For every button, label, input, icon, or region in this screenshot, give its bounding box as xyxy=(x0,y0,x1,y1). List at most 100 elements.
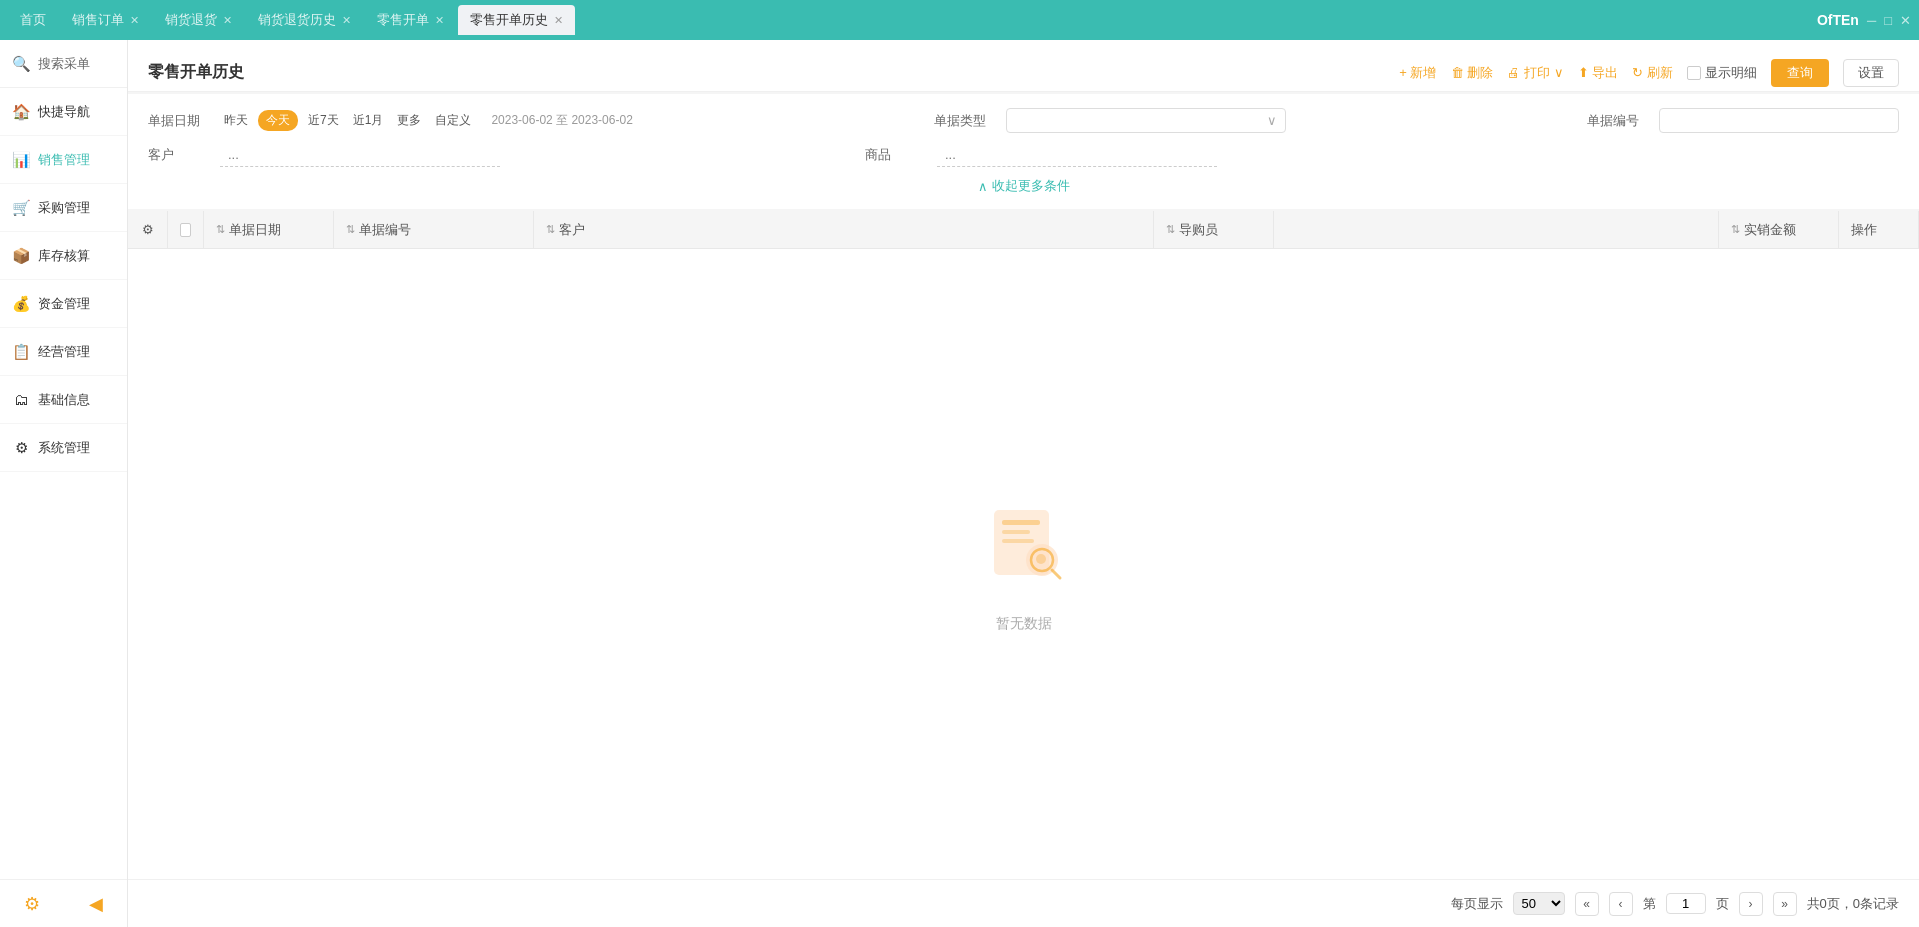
setting-button[interactable]: 设置 xyxy=(1843,59,1899,87)
table-header: ⚙ ⇅ 单据日期 ⇅ 单据编号 ⇅ 客户 ⇅ xyxy=(128,211,1919,249)
collapse-btn[interactable]: ∧ 收起更多条件 xyxy=(148,177,1899,195)
sidebar-item-system[interactable]: ⚙ 系统管理 xyxy=(0,424,127,472)
export-button[interactable]: ⬆ 导出 xyxy=(1578,64,1619,82)
window-maximize[interactable]: □ xyxy=(1884,13,1892,28)
tab-sales-order-close[interactable]: ✕ xyxy=(130,14,139,27)
th-amount: ⇅ 实销金额 xyxy=(1719,211,1839,248)
sidebar-search[interactable]: 🔍 搜索采单 xyxy=(0,40,127,88)
tab-return-history-label: 销货退货历史 xyxy=(258,11,336,29)
tab-retail-order[interactable]: 零售开单 ✕ xyxy=(365,5,456,35)
window-minimize[interactable]: ─ xyxy=(1867,13,1876,28)
home-icon: 🏠 xyxy=(12,103,30,121)
empty-illustration xyxy=(974,495,1074,599)
th-spacer xyxy=(1274,211,1719,248)
date-btn-yesterday[interactable]: 昨天 xyxy=(220,110,252,131)
svg-line-6 xyxy=(1052,570,1060,578)
next-page-button[interactable]: › xyxy=(1739,892,1763,916)
date-btn-today[interactable]: 今天 xyxy=(258,110,298,131)
sidebar-item-quicknav-label: 快捷导航 xyxy=(38,103,90,121)
customer-input[interactable] xyxy=(220,143,500,167)
sidebar-item-system-label: 系统管理 xyxy=(38,439,90,457)
goods-input[interactable] xyxy=(937,143,1217,167)
window-close[interactable]: ✕ xyxy=(1900,13,1911,28)
refresh-button[interactable]: ↻ 刷新 xyxy=(1632,64,1673,82)
date-btn-more[interactable]: 更多 xyxy=(393,110,425,131)
pagination: 每页显示 50 20 100 « ‹ 第 页 › xyxy=(128,879,1919,927)
display-checkbox[interactable] xyxy=(1687,66,1701,80)
th-guide: ⇅ 导购员 xyxy=(1154,211,1274,248)
main-layout: 🔍 搜索采单 🏠 快捷导航 📊 销售管理 🛒 采购管理 📦 库存核算 💰 资金管… xyxy=(0,40,1919,927)
top-bar: 首页 销售订单 ✕ 销货退货 ✕ 销货退货历史 ✕ 零售开单 ✕ 零售开单历史 … xyxy=(0,0,1919,40)
date-btn-7days[interactable]: 近7天 xyxy=(304,110,343,131)
th-settings-icon: ⚙ xyxy=(142,222,154,237)
tab-home[interactable]: 首页 xyxy=(8,5,58,35)
sidebar-item-sales[interactable]: 📊 销售管理 xyxy=(0,136,127,184)
th-sort-guide-icon[interactable]: ⇅ xyxy=(1166,223,1175,236)
th-date: ⇅ 单据日期 xyxy=(204,211,334,248)
number-input[interactable] xyxy=(1659,108,1899,133)
page-input[interactable] xyxy=(1666,893,1706,914)
management-icon: 📋 xyxy=(12,343,30,361)
delete-button[interactable]: 🗑 删除 xyxy=(1451,64,1494,82)
date-btn-custom[interactable]: 自定义 xyxy=(431,110,475,131)
next-page-icon: › xyxy=(1749,897,1753,911)
tab-sales-order[interactable]: 销售订单 ✕ xyxy=(60,5,151,35)
th-checkbox[interactable] xyxy=(168,211,204,248)
tab-retail-history[interactable]: 零售开单历史 ✕ xyxy=(458,5,575,35)
print-button[interactable]: 🖨 打印 ∨ xyxy=(1507,64,1564,82)
collapse-sidebar-icon[interactable]: ◀ xyxy=(89,893,103,915)
first-page-icon: « xyxy=(1583,897,1590,911)
first-page-button[interactable]: « xyxy=(1575,892,1599,916)
th-guide-label: 导购员 xyxy=(1179,221,1218,239)
sidebar-item-basic-label: 基础信息 xyxy=(38,391,90,409)
svg-point-7 xyxy=(1036,554,1046,564)
search-icon: 🔍 xyxy=(12,55,30,73)
tab-return-label: 销货退货 xyxy=(165,11,217,29)
tab-return-history-close[interactable]: ✕ xyxy=(342,14,351,27)
filter-row-1: 单据日期 昨天 今天 近7天 近1月 更多 自定义 2023-06-02 至 2… xyxy=(148,108,1899,133)
sidebar-item-management[interactable]: 📋 经营管理 xyxy=(0,328,127,376)
tab-retail-history-close[interactable]: ✕ xyxy=(554,14,563,27)
settings-bottom-icon[interactable]: ⚙ xyxy=(24,893,40,915)
th-sort-date-icon[interactable]: ⇅ xyxy=(216,223,225,236)
table-body: 暂无数据 xyxy=(128,249,1919,879)
tab-retail-order-close[interactable]: ✕ xyxy=(435,14,444,27)
svg-rect-3 xyxy=(1002,539,1034,543)
query-button[interactable]: 查询 xyxy=(1771,59,1829,87)
tab-retail-order-label: 零售开单 xyxy=(377,11,429,29)
last-page-button[interactable]: » xyxy=(1773,892,1797,916)
sidebar-item-purchase[interactable]: 🛒 采购管理 xyxy=(0,184,127,232)
content-area: 零售开单历史 + 新增 🗑 删除 🖨 打印 ∨ ⬆ 导出 ↻ 刷新 显示明细 查… xyxy=(128,40,1919,927)
th-settings[interactable]: ⚙ xyxy=(128,211,168,248)
sidebar-bottom: ⚙ ◀ xyxy=(0,879,127,927)
th-sort-customer-icon[interactable]: ⇅ xyxy=(546,223,555,236)
per-page-select[interactable]: 50 20 100 xyxy=(1513,892,1565,915)
select-all-checkbox[interactable] xyxy=(180,223,191,237)
basic-icon: 🗂 xyxy=(12,391,30,409)
prev-page-button[interactable]: ‹ xyxy=(1609,892,1633,916)
date-range: 2023-06-02 至 2023-06-02 xyxy=(491,112,632,129)
display-toggle[interactable]: 显示明细 xyxy=(1687,64,1757,82)
th-date-label: 单据日期 xyxy=(229,221,281,239)
sidebar-item-quicknav[interactable]: 🏠 快捷导航 xyxy=(0,88,127,136)
number-label: 单据编号 xyxy=(1587,112,1643,130)
th-sort-number-icon[interactable]: ⇅ xyxy=(346,223,355,236)
tab-return-close[interactable]: ✕ xyxy=(223,14,232,27)
th-sort-amount-icon[interactable]: ⇅ xyxy=(1731,223,1740,236)
sidebar-item-sales-label: 销售管理 xyxy=(38,151,90,169)
type-select[interactable]: ∨ xyxy=(1006,108,1286,133)
sidebar-item-finance[interactable]: 💰 资金管理 xyxy=(0,280,127,328)
table-area: ⚙ ⇅ 单据日期 ⇅ 单据编号 ⇅ 客户 ⇅ xyxy=(128,211,1919,927)
page-label: 第 xyxy=(1643,895,1656,913)
sidebar-item-basic[interactable]: 🗂 基础信息 xyxy=(0,376,127,424)
tab-return-history[interactable]: 销货退货历史 ✕ xyxy=(246,5,363,35)
system-icon: ⚙ xyxy=(12,439,30,457)
date-btn-1month[interactable]: 近1月 xyxy=(349,110,388,131)
tab-return[interactable]: 销货退货 ✕ xyxy=(153,5,244,35)
sidebar-item-inventory[interactable]: 📦 库存核算 xyxy=(0,232,127,280)
add-button[interactable]: + 新增 xyxy=(1399,64,1436,82)
empty-text: 暂无数据 xyxy=(996,615,1052,633)
sidebar-item-purchase-label: 采购管理 xyxy=(38,199,90,217)
goods-label: 商品 xyxy=(865,146,921,164)
tab-retail-history-label: 零售开单历史 xyxy=(470,11,548,29)
